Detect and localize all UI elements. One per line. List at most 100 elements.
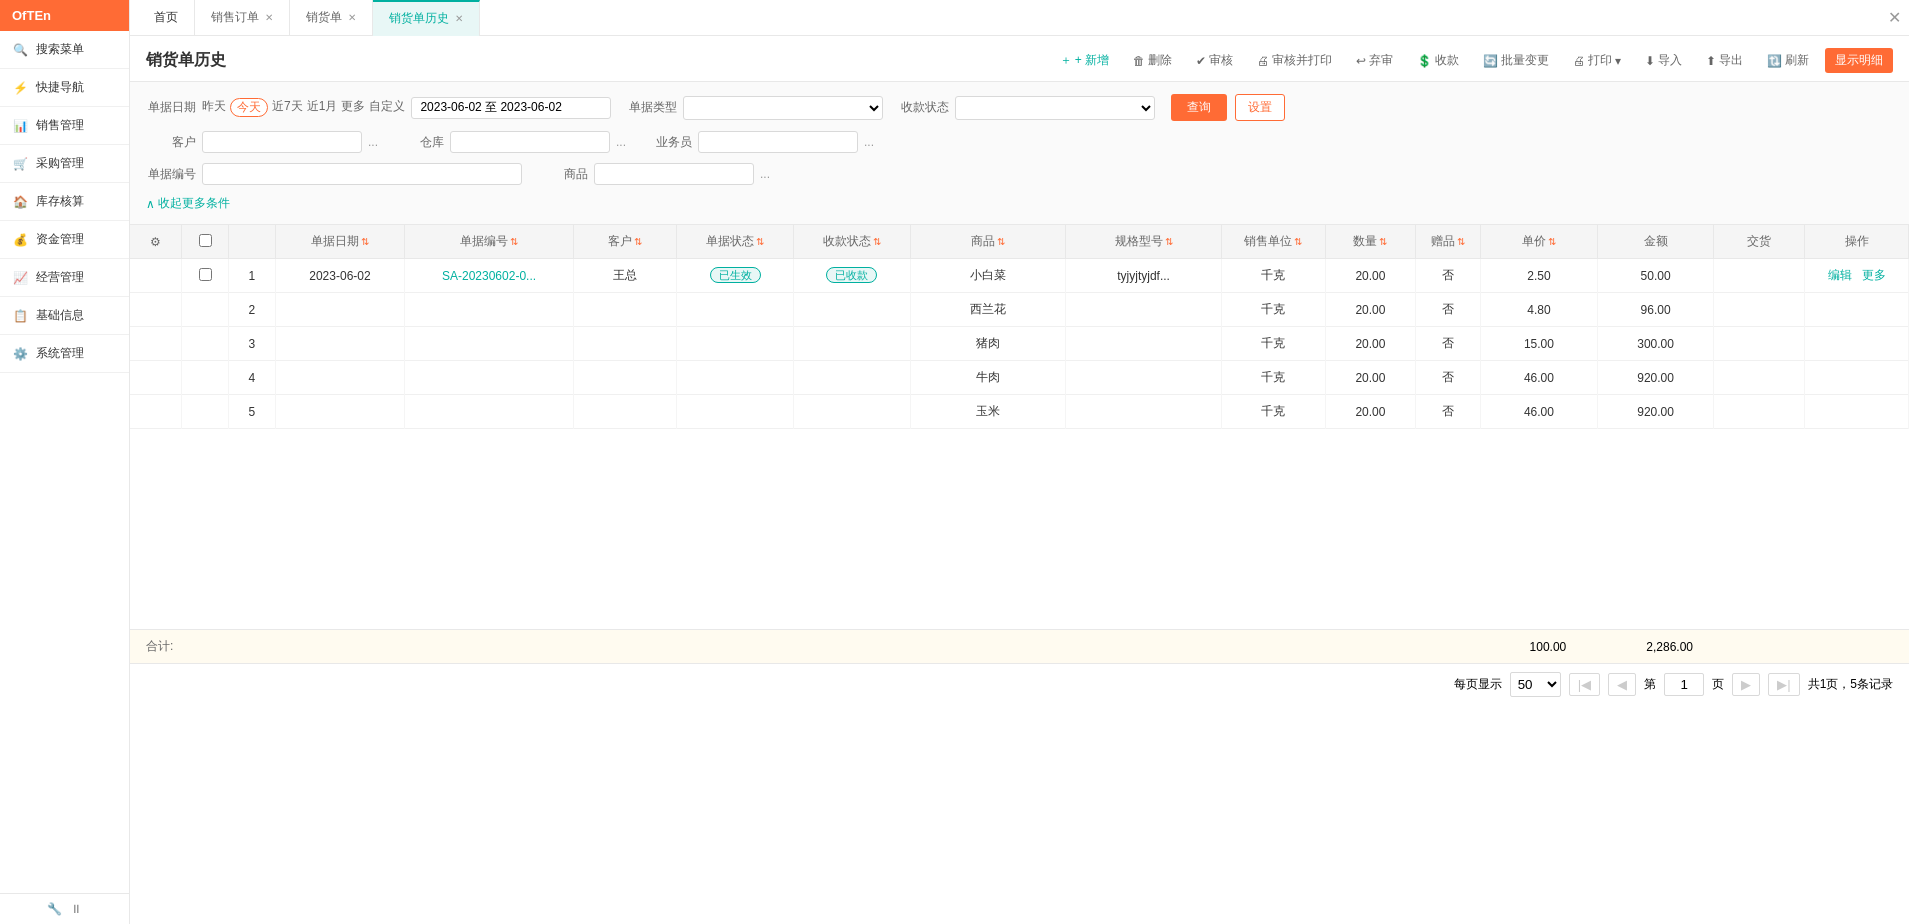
row1-orderno-link[interactable]: SA-20230602-0... [442, 269, 536, 283]
query-button[interactable]: 查询 [1171, 94, 1227, 121]
row1-orderno[interactable]: SA-20230602-0... [405, 259, 574, 293]
col-paystatus-header[interactable]: 收款状态⇅ [794, 225, 911, 259]
approve-button[interactable]: ✔ 审核 [1188, 48, 1241, 73]
col-docstatus-header[interactable]: 单据状态⇅ [677, 225, 794, 259]
table-row: 3 猪肉 千克 20.00 否 15.00 300.00 [130, 327, 1909, 361]
batch-change-button[interactable]: 🔄 批量变更 [1475, 48, 1557, 73]
tab-sales-order[interactable]: 销售订单 ✕ [195, 0, 290, 36]
shortcut-7days[interactable]: 近7天 [272, 98, 303, 117]
col-gift-header[interactable]: 赠品⇅ [1416, 225, 1481, 259]
abandon-button[interactable]: ↩ 弃审 [1348, 48, 1401, 73]
customer-suffix-icon[interactable]: ... [368, 135, 378, 149]
sidebar-item-inventory[interactable]: 🏠 库存核算 [0, 183, 129, 221]
shortcut-1month[interactable]: 近1月 [307, 98, 338, 117]
tab-home-label: 首页 [154, 9, 178, 26]
approve-print-button[interactable]: 🖨 审核并打印 [1249, 48, 1340, 73]
row1-price: 2.50 [1481, 259, 1598, 293]
col-goods-header[interactable]: 商品⇅ [910, 225, 1066, 259]
filter-salesperson-input[interactable] [698, 131, 858, 153]
sidebar-item-finance[interactable]: 💰 资金管理 [0, 221, 129, 259]
pagination-page-input[interactable] [1664, 673, 1704, 696]
import-button[interactable]: ⬇ 导入 [1637, 48, 1690, 73]
row1-edit-link[interactable]: 编辑 [1828, 268, 1852, 282]
tab-sales-delivery[interactable]: 销货单 ✕ [290, 0, 373, 36]
collapse-button[interactable]: ∧ 收起更多条件 [146, 195, 1893, 212]
shortcut-custom[interactable]: 自定义 [369, 98, 405, 117]
shortcut-yesterday[interactable]: 昨天 [202, 98, 226, 117]
row5-qty: 20.00 [1325, 395, 1416, 429]
page-size-select[interactable]: 50 100 200 [1510, 672, 1561, 697]
print-label: 打印 [1588, 52, 1612, 69]
salesperson-suffix-icon[interactable]: ... [864, 135, 874, 149]
sidebar-item-system[interactable]: ⚙️ 系统管理 [0, 335, 129, 373]
print-button[interactable]: 🖨 打印 ▾ [1565, 48, 1629, 73]
export-button[interactable]: ⬆ 导出 [1698, 48, 1751, 73]
sidebar-item-basicinfo[interactable]: 📋 基础信息 [0, 297, 129, 335]
filter-goods-input[interactable] [594, 163, 754, 185]
filter-customer-item: 客户 ... [146, 131, 378, 153]
pagination-first-button[interactable]: |◀ [1569, 673, 1600, 696]
sidebar-item-label: 基础信息 [36, 307, 84, 324]
row1-unit: 千克 [1221, 259, 1325, 293]
row2-action [1805, 293, 1909, 327]
pagination-last-button[interactable]: ▶| [1768, 673, 1799, 696]
tab-home[interactable]: 首页 [138, 0, 195, 36]
filter-paystatus-select[interactable] [955, 96, 1155, 120]
col-spec-header[interactable]: 规格型号⇅ [1066, 225, 1222, 259]
row4-price: 46.00 [1481, 361, 1598, 395]
row1-checkbox[interactable] [199, 268, 212, 281]
table-row: 4 牛肉 千克 20.00 否 46.00 920.00 [130, 361, 1909, 395]
row2-goods: 西兰花 [910, 293, 1066, 327]
warehouse-suffix-icon[interactable]: ... [616, 135, 626, 149]
date-range-input[interactable] [411, 97, 611, 119]
tab-bar-close[interactable]: ✕ [1888, 8, 1901, 27]
filter-area: 单据日期 昨天 今天 近7天 近1月 更多 自定义 单据类型 [130, 82, 1909, 225]
delete-button[interactable]: 🗑 删除 [1125, 48, 1180, 73]
sidebar-collapse-icon[interactable]: ⏸ [70, 902, 82, 916]
tab-sales-order-close[interactable]: ✕ [265, 12, 273, 23]
row3-check [182, 327, 229, 361]
col-unit-header[interactable]: 销售单位⇅ [1221, 225, 1325, 259]
col-settings-header[interactable]: ⚙ [130, 225, 182, 259]
sidebar-item-quicknav[interactable]: ⚡ 快捷导航 [0, 69, 129, 107]
tab-sales-history[interactable]: 销货单历史 ✕ [373, 0, 480, 36]
tab-sales-history-close[interactable]: ✕ [455, 13, 463, 24]
col-price-header[interactable]: 单价⇅ [1481, 225, 1598, 259]
row1-more-link[interactable]: 更多 [1862, 268, 1886, 282]
tab-sales-delivery-close[interactable]: ✕ [348, 12, 356, 23]
shortcut-more[interactable]: 更多 [341, 98, 365, 117]
summary-total-qty: 100.00 [1530, 640, 1567, 654]
settings-icon[interactable]: ⚙ [150, 235, 161, 249]
goods-suffix-icon[interactable]: ... [760, 167, 770, 181]
collect-button[interactable]: 💲 收款 [1409, 48, 1467, 73]
col-orderno-header[interactable]: 单据编号⇅ [405, 225, 574, 259]
sidebar-item-search[interactable]: 🔍 搜索菜单 [0, 31, 129, 69]
filter-paystatus-item: 收款状态 [899, 96, 1155, 120]
row4-amount: 920.00 [1597, 361, 1714, 395]
pagination-page-label: 第 [1644, 676, 1656, 693]
filter-customer-input[interactable] [202, 131, 362, 153]
col-qty-header[interactable]: 数量⇅ [1325, 225, 1416, 259]
abandon-icon: ↩ [1356, 54, 1366, 68]
col-action-label: 操作 [1845, 234, 1869, 248]
filter-doctype-select[interactable] [683, 96, 883, 120]
col-customer-header[interactable]: 客户⇅ [573, 225, 677, 259]
col-date-header[interactable]: 单据日期⇅ [275, 225, 405, 259]
sidebar-settings-icon[interactable]: 🔧 [47, 902, 62, 916]
filter-warehouse-input[interactable] [450, 131, 610, 153]
sidebar-item-purchase[interactable]: 🛒 采购管理 [0, 145, 129, 183]
shortcut-today[interactable]: 今天 [230, 98, 268, 117]
new-button[interactable]: ＋ + 新增 [1052, 48, 1117, 73]
show-detail-button[interactable]: 显示明细 [1825, 48, 1893, 73]
select-all-checkbox[interactable] [199, 234, 212, 247]
row3-spec [1066, 327, 1222, 361]
pagination-next-button[interactable]: ▶ [1732, 673, 1760, 696]
settings-button[interactable]: 设置 [1235, 94, 1285, 121]
sidebar-item-sales[interactable]: 📊 销售管理 [0, 107, 129, 145]
sidebar-item-operation[interactable]: 📈 经营管理 [0, 259, 129, 297]
pagination-prev-button[interactable]: ◀ [1608, 673, 1636, 696]
refresh-button[interactable]: 🔃 刷新 [1759, 48, 1817, 73]
filter-docno-input[interactable] [202, 163, 522, 185]
row5-no: 5 [229, 395, 276, 429]
sidebar-bottom: 🔧 ⏸ [0, 893, 129, 924]
